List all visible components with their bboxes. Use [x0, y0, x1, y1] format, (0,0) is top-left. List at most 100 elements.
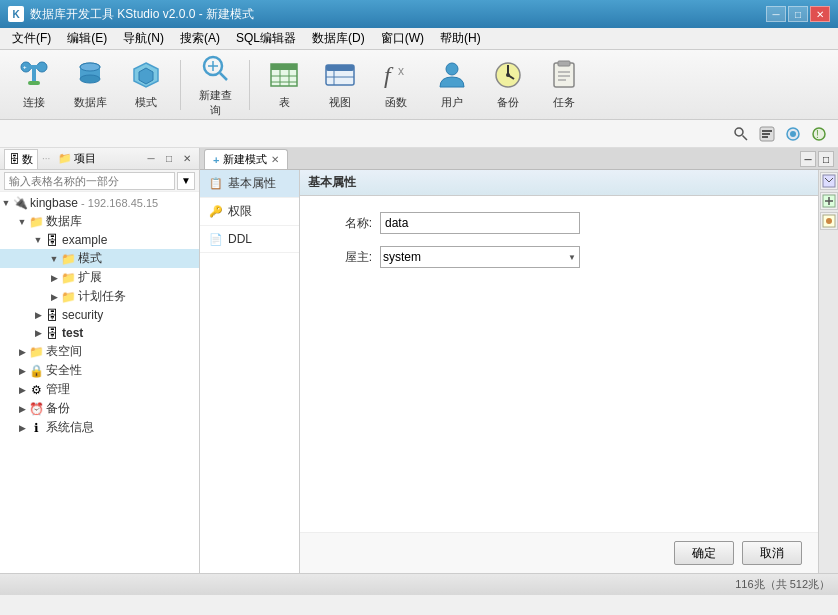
tab-close-button[interactable]: ✕ — [271, 154, 279, 165]
label-name: 名称: — [320, 215, 380, 232]
panel-close-button[interactable]: ✕ — [179, 151, 195, 167]
select-owner[interactable]: system admin public — [380, 246, 580, 268]
svg-marker-11 — [139, 68, 153, 84]
toolbar-backup-button[interactable]: 备份 — [482, 56, 534, 114]
nav-permission-icon: 🔑 — [208, 204, 224, 220]
side-btn-2[interactable] — [820, 192, 838, 210]
tab-project[interactable]: 📁 项目 — [54, 149, 100, 168]
menu-file[interactable]: 文件(F) — [4, 28, 59, 49]
input-name[interactable] — [380, 212, 580, 234]
toggle-backup[interactable]: ▶ — [16, 403, 28, 415]
tree-toolbar: ▼ — [0, 170, 199, 192]
tree-node-tablespace[interactable]: ▶ 📁 表空间 — [0, 342, 199, 361]
table-label: 表 — [279, 95, 290, 110]
toggle-schedule[interactable]: ▶ — [48, 291, 60, 303]
svg-point-45 — [790, 131, 796, 137]
tree-node-security[interactable]: ▶ 🗄 security — [0, 306, 199, 324]
toolbar-connect-button[interactable]: + 连接 — [8, 56, 60, 114]
tab-bar-minimize[interactable]: ─ — [800, 151, 816, 167]
toolbar-function-button[interactable]: f x 函数 — [370, 56, 422, 114]
tree-node-security2[interactable]: ▶ 🔒 安全性 — [0, 361, 199, 380]
connect-icon: + — [18, 59, 50, 91]
icon-backup-folder: ⏰ — [28, 401, 44, 417]
tab-new-schema[interactable]: + 新建模式 ✕ — [204, 149, 288, 169]
tab-database[interactable]: 🗄 数 — [4, 149, 38, 169]
maximize-button[interactable]: □ — [788, 6, 808, 22]
svg-rect-34 — [558, 61, 570, 66]
tree-node-backup[interactable]: ▶ ⏰ 备份 — [0, 399, 199, 418]
connect-label: 连接 — [23, 95, 45, 110]
minimize-button[interactable]: ─ — [766, 6, 786, 22]
icon-manage-folder: ⚙ — [28, 382, 44, 398]
nav-basic-properties[interactable]: 📋 基本属性 — [200, 170, 299, 198]
menu-search[interactable]: 搜索(A) — [172, 28, 228, 49]
tree-node-kingbase[interactable]: ▼ 🔌 kingbase - 192.168.45.15 — [0, 194, 199, 212]
icon-example-db: 🗄 — [44, 232, 60, 248]
cancel-button[interactable]: 取消 — [742, 541, 802, 565]
toolbar-schema-button[interactable]: 模式 — [120, 56, 172, 114]
schema-icon — [130, 59, 162, 91]
tree-node-test[interactable]: ▶ 🗄 test — [0, 324, 199, 342]
toggle-extends[interactable]: ▶ — [48, 272, 60, 284]
menu-edit[interactable]: 编辑(E) — [59, 28, 115, 49]
toolbar-newquery-button[interactable]: 新建查询 — [189, 56, 241, 114]
panel-minimize-button[interactable]: ─ — [143, 151, 159, 167]
svg-line-13 — [220, 73, 227, 80]
tab-bar-restore[interactable]: □ — [818, 151, 834, 167]
tab-new-schema-icon: + — [213, 154, 219, 166]
toggle-security[interactable]: ▶ — [32, 309, 44, 321]
tree-node-extends[interactable]: ▶ 📁 扩展 — [0, 268, 199, 287]
nav-ddl[interactable]: 📄 DDL — [200, 226, 299, 253]
tree-filter-input[interactable] — [4, 172, 175, 190]
tree-node-example[interactable]: ▼ 🗄 example — [0, 231, 199, 249]
toggle-kingbase[interactable]: ▼ — [0, 197, 12, 209]
toolbar-extra-button-1[interactable] — [756, 123, 778, 145]
form-panel: 基本属性 名称: 屋主: system admin — [300, 170, 818, 573]
toggle-security2[interactable]: ▶ — [16, 365, 28, 377]
side-btn-1[interactable] — [820, 172, 838, 190]
close-button[interactable]: ✕ — [810, 6, 830, 22]
menu-navigate[interactable]: 导航(N) — [115, 28, 172, 49]
tab-sep-1: ··· — [42, 153, 50, 164]
toggle-test[interactable]: ▶ — [32, 327, 44, 339]
nav-ddl-label: DDL — [228, 232, 252, 246]
tree-node-manage[interactable]: ▶ ⚙ 管理 — [0, 380, 199, 399]
tree-area[interactable]: ▼ 🔌 kingbase - 192.168.45.15 ▼ 📁 数据库 ▼ 🗄… — [0, 192, 199, 573]
toolbar-database-button[interactable]: 数据库 — [64, 56, 116, 114]
toggle-sysinfo[interactable]: ▶ — [16, 422, 28, 434]
toggle-tablespace[interactable]: ▶ — [16, 346, 28, 358]
svg-rect-42 — [762, 133, 770, 135]
tree-filter-button[interactable]: ▼ — [177, 172, 195, 190]
toggle-schemas[interactable]: ▼ — [48, 253, 60, 265]
label-owner: 屋主: — [320, 249, 380, 266]
menu-window[interactable]: 窗口(W) — [373, 28, 432, 49]
svg-text:x: x — [398, 64, 404, 78]
toolbar-task-button[interactable]: 任务 — [538, 56, 590, 114]
toolbar-user-button[interactable]: 用户 — [426, 56, 478, 114]
search-button[interactable] — [730, 123, 752, 145]
window-controls: ─ □ ✕ — [766, 6, 830, 22]
tree-node-schemas[interactable]: ▼ 📁 模式 — [0, 249, 199, 268]
right-side-toolbar — [818, 170, 838, 573]
side-btn-3[interactable] — [820, 212, 838, 230]
tree-node-databases[interactable]: ▼ 📁 数据库 — [0, 212, 199, 231]
project-tab-icon: 📁 — [58, 152, 72, 165]
toolbar-table-button[interactable]: 表 — [258, 56, 310, 114]
menu-database[interactable]: 数据库(D) — [304, 28, 373, 49]
tree-node-schedule[interactable]: ▶ 📁 计划任务 — [0, 287, 199, 306]
toolbar-extra-button-2[interactable] — [782, 123, 804, 145]
nav-permissions[interactable]: 🔑 权限 — [200, 198, 299, 226]
toolbar-view-button[interactable]: 视图 — [314, 56, 366, 114]
toolbar-extra-button-3[interactable]: ! — [808, 123, 830, 145]
toggle-databases[interactable]: ▼ — [16, 216, 28, 228]
tree-node-sysinfo[interactable]: ▶ ℹ 系统信息 — [0, 418, 199, 437]
toggle-manage[interactable]: ▶ — [16, 384, 28, 396]
menu-help[interactable]: 帮助(H) — [432, 28, 489, 49]
panel-restore-button[interactable]: □ — [161, 151, 177, 167]
toggle-example[interactable]: ▼ — [32, 234, 44, 246]
label-example: example — [60, 233, 107, 247]
task-label: 任务 — [553, 95, 575, 110]
menu-sql-editor[interactable]: SQL编辑器 — [228, 28, 304, 49]
confirm-button[interactable]: 确定 — [674, 541, 734, 565]
label-ip: - 192.168.45.15 — [78, 197, 158, 209]
